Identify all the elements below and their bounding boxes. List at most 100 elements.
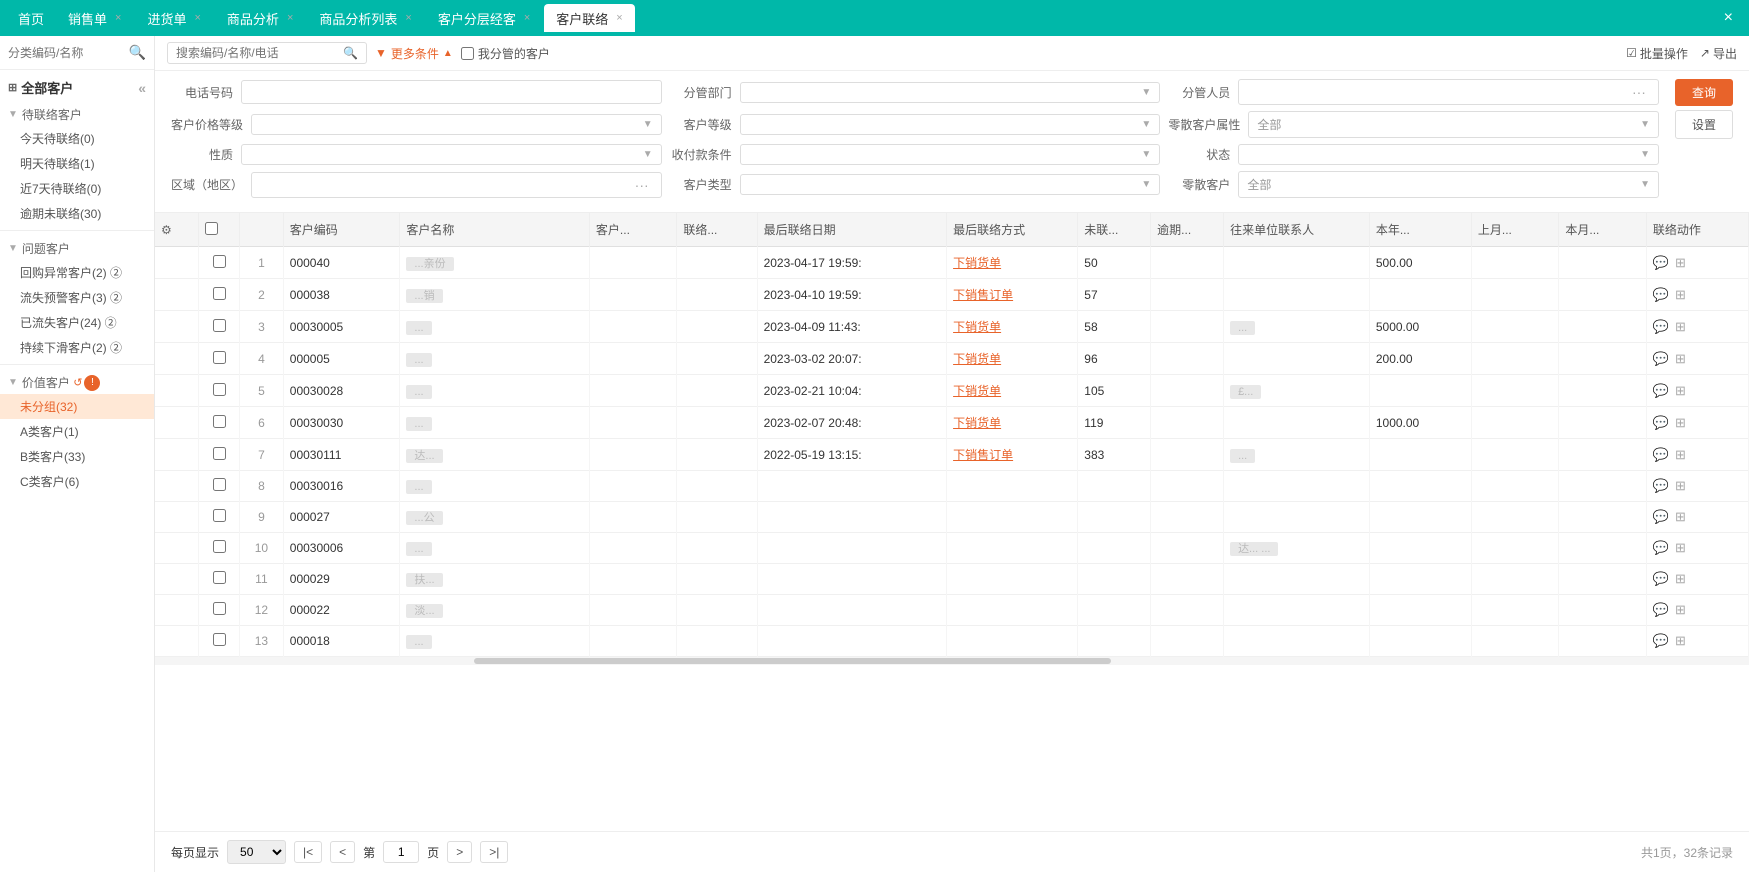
col-gear[interactable]: ⚙ <box>155 213 199 247</box>
chat-icon[interactable]: 💬 <box>1653 540 1669 556</box>
row-checkbox[interactable] <box>213 351 226 364</box>
chat-icon[interactable]: 💬 <box>1653 478 1669 494</box>
col-name[interactable]: 客户名称 <box>400 213 590 247</box>
first-page-button[interactable]: |< <box>294 841 322 863</box>
row-checkbox-cell[interactable] <box>199 375 240 407</box>
customer-level-select[interactable]: ▼ <box>740 114 1161 135</box>
search-input[interactable] <box>176 46 343 60</box>
close-icon[interactable]: × <box>194 12 200 24</box>
row-checkbox[interactable] <box>213 415 226 428</box>
nature-select[interactable]: ▼ <box>241 144 662 165</box>
sidebar-item-overdue[interactable]: 逾期未联络(30) <box>0 201 154 226</box>
sidebar-group-pending[interactable]: ▼ 待联络客户 <box>0 101 154 126</box>
row-checkbox[interactable] <box>213 602 226 615</box>
dept-select[interactable]: ▼ <box>740 82 1161 103</box>
row-last-method[interactable]: 下销货单 <box>947 311 1078 343</box>
row-checkbox[interactable] <box>213 571 226 584</box>
grid-action-icon[interactable]: ⊞ <box>1675 571 1686 587</box>
row-checkbox-cell[interactable] <box>199 439 240 471</box>
reset-button[interactable]: 设置 <box>1675 110 1733 139</box>
row-checkbox[interactable] <box>213 319 226 332</box>
close-icon[interactable]: × <box>405 12 411 24</box>
row-checkbox-cell[interactable] <box>199 471 240 502</box>
tab-customer-segment[interactable]: 客户分层经客 × <box>426 4 542 32</box>
status-select[interactable]: ▼ <box>1238 144 1659 165</box>
row-checkbox-cell[interactable] <box>199 502 240 533</box>
search-box[interactable]: 🔍 <box>167 42 367 64</box>
chat-icon[interactable]: 💬 <box>1653 447 1669 463</box>
row-last-method[interactable]: 下销售订单 <box>947 279 1078 311</box>
retail-attr-select[interactable]: 全部 ▼ <box>1248 111 1659 138</box>
row-last-method[interactable]: 下销货单 <box>947 247 1078 279</box>
row-last-method[interactable]: 下销货单 <box>947 407 1078 439</box>
col-last-month[interactable]: 上月... <box>1471 213 1558 247</box>
dots-icon[interactable]: ··· <box>631 177 653 193</box>
my-customers-filter[interactable]: 我分管的客户 <box>461 45 550 62</box>
chat-icon[interactable]: 💬 <box>1653 319 1669 335</box>
col-overdue[interactable]: 逾期... <box>1151 213 1224 247</box>
tab-purchase[interactable]: 进货单 × <box>135 4 212 32</box>
close-icon[interactable]: × <box>524 12 530 24</box>
col-contact[interactable]: 联络... <box>677 213 757 247</box>
row-checkbox-cell[interactable] <box>199 407 240 439</box>
prev-page-button[interactable]: < <box>330 841 355 863</box>
region-select[interactable]: ··· <box>251 172 662 198</box>
grid-action-icon[interactable]: ⊞ <box>1675 447 1686 463</box>
sidebar-item-today[interactable]: 今天待联络(0) <box>0 126 154 151</box>
row-checkbox[interactable] <box>213 633 226 646</box>
col-type[interactable]: 客户... <box>589 213 676 247</box>
phone-input[interactable] <box>241 80 662 104</box>
row-checkbox-cell[interactable] <box>199 247 240 279</box>
row-last-method[interactable]: 下销货单 <box>947 343 1078 375</box>
chat-icon[interactable]: 💬 <box>1653 383 1669 399</box>
tab-sales[interactable]: 销售单 × <box>56 4 133 32</box>
col-unit-contact[interactable]: 往来单位联系人 <box>1224 213 1370 247</box>
grid-action-icon[interactable]: ⊞ <box>1675 351 1686 367</box>
sidebar-group-value[interactable]: ▼ 价值客户 ↺ ! <box>0 369 154 394</box>
row-checkbox[interactable] <box>213 447 226 460</box>
row-checkbox[interactable] <box>213 383 226 396</box>
grid-action-icon[interactable]: ⊞ <box>1675 415 1686 431</box>
sidebar-item-7days[interactable]: 近7天待联络(0) <box>0 176 154 201</box>
select-all-checkbox[interactable] <box>205 222 218 235</box>
chat-icon[interactable]: 💬 <box>1653 415 1669 431</box>
chat-icon[interactable]: 💬 <box>1653 351 1669 367</box>
grid-action-icon[interactable]: ⊞ <box>1675 540 1686 556</box>
row-checkbox[interactable] <box>213 478 226 491</box>
grid-action-icon[interactable]: ⊞ <box>1675 319 1686 335</box>
sidebar-item-churn-warning[interactable]: 流失预警客户(3) ② <box>0 285 154 310</box>
all-customers-section[interactable]: ⊞ 全部客户 « <box>0 70 154 101</box>
close-icon[interactable]: × <box>616 12 622 24</box>
search-icon[interactable]: 🔍 <box>129 44 146 61</box>
sidebar-search-input[interactable] <box>8 46 129 60</box>
grid-action-icon[interactable]: ⊞ <box>1675 509 1686 525</box>
row-checkbox-cell[interactable] <box>199 343 240 375</box>
row-checkbox-cell[interactable] <box>199 279 240 311</box>
grid-action-icon[interactable]: ⊞ <box>1675 633 1686 649</box>
row-checkbox-cell[interactable] <box>199 311 240 343</box>
manager-select[interactable]: ··· <box>1238 79 1659 105</box>
sidebar-item-churned[interactable]: 已流失客户(24) ② <box>0 310 154 335</box>
row-checkbox-cell[interactable] <box>199 564 240 595</box>
col-last-date[interactable]: 最后联络日期 <box>757 213 947 247</box>
row-checkbox-cell[interactable] <box>199 595 240 626</box>
dots-icon[interactable]: ··· <box>1628 84 1650 100</box>
row-checkbox-cell[interactable] <box>199 533 240 564</box>
retail-customer-select[interactable]: 全部 ▼ <box>1238 171 1659 198</box>
tab-product-list[interactable]: 商品分析列表 × <box>307 4 423 32</box>
chat-icon[interactable]: 💬 <box>1653 509 1669 525</box>
col-this-month[interactable]: 本月... <box>1559 213 1646 247</box>
row-checkbox[interactable] <box>213 255 226 268</box>
chat-icon[interactable]: 💬 <box>1653 287 1669 303</box>
row-last-method[interactable]: 下销货单 <box>947 375 1078 407</box>
sidebar-group-problem[interactable]: ▼ 问题客户 <box>0 235 154 260</box>
grid-action-icon[interactable]: ⊞ <box>1675 478 1686 494</box>
my-customers-checkbox[interactable] <box>461 47 474 60</box>
col-this-year[interactable]: 本年... <box>1369 213 1471 247</box>
col-code[interactable]: 客户编码 <box>283 213 400 247</box>
grid-action-icon[interactable]: ⊞ <box>1675 602 1686 618</box>
search-icon[interactable]: 🔍 <box>343 46 358 60</box>
settings-icon[interactable]: ⚙ <box>161 223 172 237</box>
close-icon[interactable]: × <box>287 12 293 24</box>
grid-action-icon[interactable]: ⊞ <box>1675 255 1686 271</box>
